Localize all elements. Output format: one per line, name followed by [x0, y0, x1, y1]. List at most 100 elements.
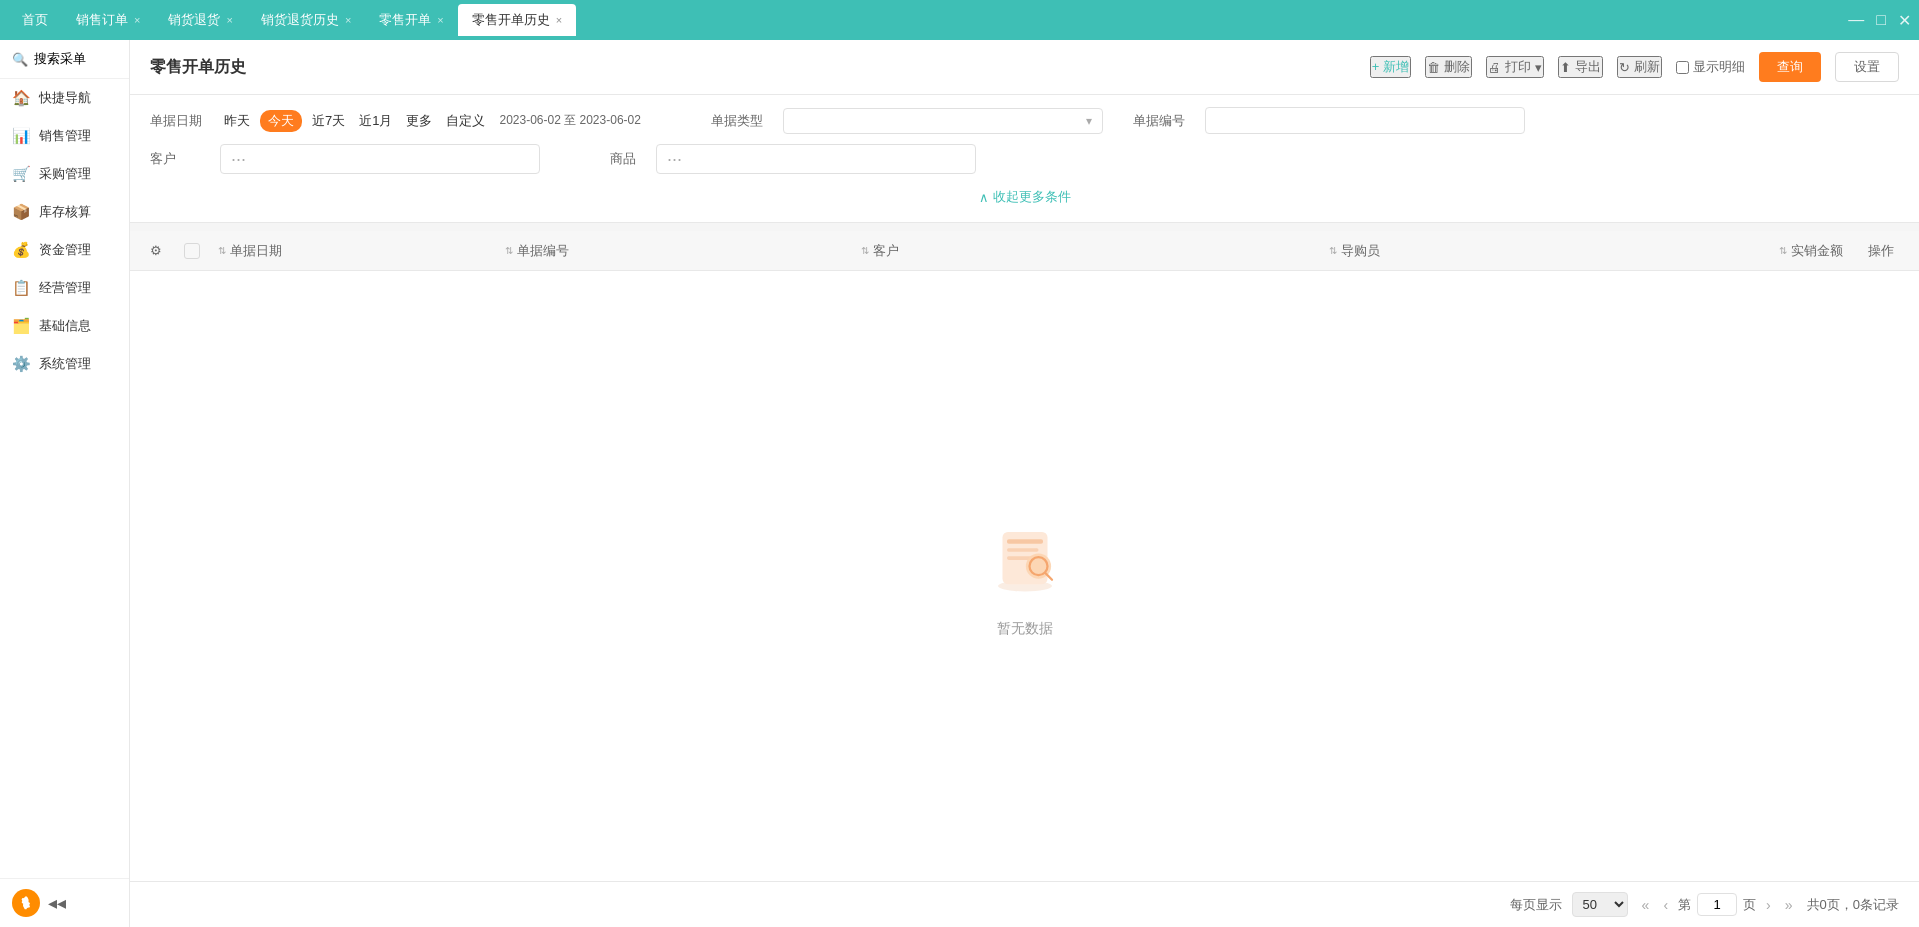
print-dropdown-icon: ▾ [1535, 60, 1542, 75]
empty-state: 暂无数据 [130, 271, 1919, 881]
bill-type-dropdown-icon: ▾ [1086, 114, 1092, 128]
table-header: ⚙ ⇅ 单据日期 ⇅ 单据编号 ⇅ 客户 ⇅ 导购员 [130, 231, 1919, 271]
total-info: 共0页，0条记录 [1807, 896, 1899, 914]
delete-icon: 🗑 [1427, 60, 1440, 75]
bill-num-input[interactable] [1205, 107, 1525, 134]
sort-icon-guide: ⇅ [1329, 245, 1337, 256]
sidebar-item-base-info[interactable]: 🗂️ 基础信息 [0, 307, 129, 345]
inventory-icon: 📦 [12, 203, 31, 221]
setting-button[interactable]: 设置 [1835, 52, 1899, 82]
next-page-btn[interactable]: › [1762, 895, 1775, 915]
bill-type-label: 单据类型 [711, 112, 763, 130]
empty-text: 暂无数据 [997, 620, 1053, 638]
sort-icon-num: ⇅ [505, 245, 513, 256]
close-tab-sales-return[interactable]: × [226, 14, 232, 26]
sidebar-item-inventory[interactable]: 📦 库存核算 [0, 193, 129, 231]
goods-select[interactable]: ··· [656, 144, 976, 174]
tab-retail-open-history[interactable]: 零售开单历史 × [458, 4, 576, 36]
empty-illustration [980, 514, 1070, 604]
base-info-icon: 🗂️ [12, 317, 31, 335]
date-opt-7days[interactable]: 近7天 [308, 110, 349, 132]
tab-home[interactable]: 首页 [8, 4, 62, 36]
finance-icon: 💰 [12, 241, 31, 259]
sys-icon: ⚙️ [12, 355, 31, 373]
quick-nav-icon: 🏠 [12, 89, 31, 107]
display-detail-checkbox[interactable] [1676, 61, 1689, 74]
first-page-btn[interactable]: « [1638, 895, 1654, 915]
export-icon: ⬆ [1560, 60, 1571, 75]
sidebar-item-quick-nav[interactable]: 🏠 快捷导航 [0, 79, 129, 117]
goods-filter-label: 商品 [610, 150, 636, 168]
date-opt-today[interactable]: 今天 [260, 110, 302, 132]
page-header: 零售开单历史 + 新增 🗑 删除 🖨 打印 ▾ ⬆ 导出 [130, 40, 1919, 95]
query-button[interactable]: 查询 [1759, 52, 1821, 82]
sidebar-item-operations[interactable]: 📋 经营管理 [0, 269, 129, 307]
sidebar-item-finance[interactable]: 💰 资金管理 [0, 231, 129, 269]
maximize-btn[interactable]: □ [1876, 11, 1886, 30]
collapse-up-icon: ∧ [979, 190, 989, 205]
tab-sales-return[interactable]: 销货退货 × [154, 4, 246, 36]
purchase-icon: 🛒 [12, 165, 31, 183]
close-btn[interactable]: ✕ [1898, 11, 1911, 30]
date-range-display: 2023-06-02 至 2023-06-02 [499, 112, 640, 129]
page-size-label: 每页显示 [1510, 896, 1562, 914]
last-page-btn[interactable]: » [1781, 895, 1797, 915]
sidebar-item-sales-mgmt[interactable]: 📊 销售管理 [0, 117, 129, 155]
table-area: ⚙ ⇅ 单据日期 ⇅ 单据编号 ⇅ 客户 ⇅ 导购员 [130, 231, 1919, 927]
date-opt-1month[interactable]: 近1月 [355, 110, 396, 132]
col-amount[interactable]: ⇅ 实销金额 [1609, 242, 1851, 260]
date-filter-label: 单据日期 [150, 112, 210, 130]
close-tab-retail-open-history[interactable]: × [556, 14, 562, 26]
prev-page-btn[interactable]: ‹ [1659, 895, 1672, 915]
sidebar-item-purchase-mgmt[interactable]: 🛒 采购管理 [0, 155, 129, 193]
tab-sales-return-history[interactable]: 销货退货历史 × [247, 4, 365, 36]
gear-icon [19, 896, 33, 910]
tab-sales-order[interactable]: 销售订单 × [62, 4, 154, 36]
date-opt-custom[interactable]: 自定义 [442, 110, 489, 132]
filter-row-client: 客户 ··· 商品 ··· [150, 144, 1899, 174]
col-date[interactable]: ⇅ 单据日期 [210, 242, 497, 260]
minimize-btn[interactable]: — [1848, 11, 1864, 30]
page-nav: « ‹ 第 页 › » [1638, 893, 1797, 916]
col-num[interactable]: ⇅ 单据编号 [497, 242, 852, 260]
window-controls: — □ ✕ [1848, 11, 1911, 30]
svg-rect-2 [1007, 539, 1043, 544]
display-detail-toggle[interactable]: 显示明细 [1676, 58, 1745, 76]
select-all-checkbox[interactable] [184, 243, 200, 259]
date-opt-yesterday[interactable]: 昨天 [220, 110, 254, 132]
table-header-checkbox[interactable] [174, 243, 210, 259]
gear-button[interactable] [12, 889, 40, 917]
close-tab-sales-return-history[interactable]: × [345, 14, 351, 26]
refresh-button[interactable]: ↻ 刷新 [1617, 56, 1662, 78]
export-button[interactable]: ⬆ 导出 [1558, 56, 1603, 78]
top-tabbar: 首页 销售订单 × 销货退货 × 销货退货历史 × 零售开单 × 零售开单历史 … [0, 0, 1919, 40]
tab-retail-open[interactable]: 零售开单 × [365, 4, 457, 36]
client-select[interactable]: ··· [220, 144, 540, 174]
col-action: 操作 [1851, 242, 1911, 260]
date-opt-more[interactable]: 更多 [402, 110, 436, 132]
filter-bar: 单据日期 昨天 今天 近7天 近1月 更多 自定义 2023-06-02 至 2… [130, 95, 1919, 223]
close-tab-sales-order[interactable]: × [134, 14, 140, 26]
table-settings-btn[interactable]: ⚙ [138, 243, 174, 258]
bill-type-select[interactable]: ▾ [783, 108, 1103, 134]
page-number-input[interactable] [1697, 893, 1737, 916]
sidebar: 🔍 搜索采单 🏠 快捷导航 📊 销售管理 🛒 采购管理 📦 库存核算 💰 资金管… [0, 40, 130, 927]
header-actions: + 新增 🗑 删除 🖨 打印 ▾ ⬆ 导出 ↻ 刷新 [1370, 52, 1899, 82]
close-tab-retail-open[interactable]: × [437, 14, 443, 26]
add-button[interactable]: + 新增 [1370, 56, 1411, 78]
page-label: 第 [1678, 896, 1691, 914]
page-size-select[interactable]: 20 50 100 [1572, 892, 1628, 917]
content-area: 零售开单历史 + 新增 🗑 删除 🖨 打印 ▾ ⬆ 导出 [130, 40, 1919, 927]
col-guide[interactable]: ⇅ 导购员 [1321, 242, 1608, 260]
delete-button[interactable]: 🗑 删除 [1425, 56, 1472, 78]
col-client[interactable]: ⇅ 客户 [853, 242, 1321, 260]
collapse-more-btn[interactable]: ∧ 收起更多条件 [150, 184, 1899, 210]
sidebar-collapse-btn[interactable]: ◂◂ [48, 892, 66, 914]
sidebar-item-sys-mgmt[interactable]: ⚙️ 系统管理 [0, 345, 129, 383]
page-unit: 页 [1743, 896, 1756, 914]
print-button[interactable]: 🖨 打印 ▾ [1486, 56, 1544, 78]
search-bill[interactable]: 🔍 搜索采单 [0, 40, 129, 79]
sidebar-bottom: ◂◂ [0, 878, 129, 927]
client-dots: ··· [231, 150, 246, 168]
goods-dots: ··· [667, 150, 682, 168]
